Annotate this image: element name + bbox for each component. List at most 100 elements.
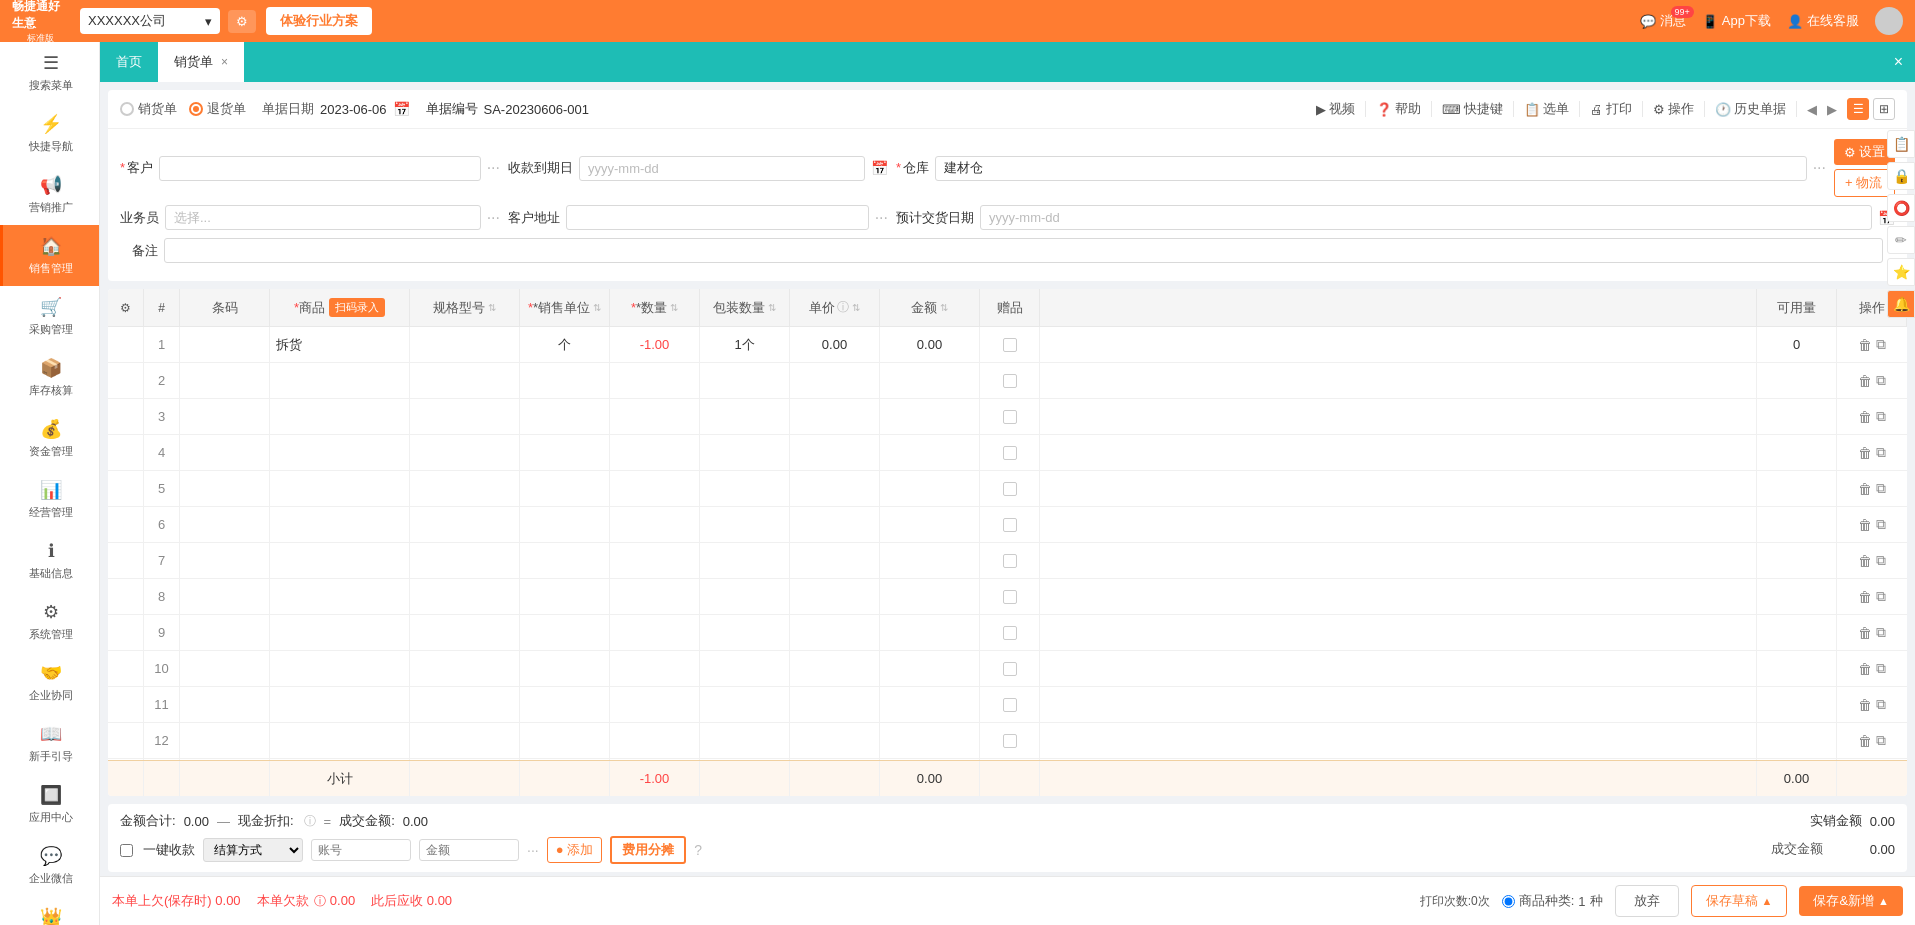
delete-row-icon-4[interactable]: 🗑 [1858, 481, 1872, 497]
sidebar-item-wechat[interactable]: 💬 企业微信 [0, 835, 99, 896]
sidebar-item-search[interactable]: ☰ 搜索菜单 [0, 42, 99, 103]
gift-checkbox-2[interactable] [1003, 410, 1017, 424]
save-draft-button[interactable]: 保存草稿 ▲ [1691, 885, 1788, 917]
ops-link[interactable]: ⚙ 操作 [1653, 100, 1694, 118]
note-input[interactable] [164, 238, 1883, 263]
delete-row-icon-1[interactable]: 🗑 [1858, 373, 1872, 389]
expected-date-input[interactable] [980, 205, 1872, 230]
float-lock-btn[interactable]: 🔒 [1887, 162, 1915, 190]
customer-addr-input[interactable] [566, 205, 869, 230]
td-row-barcode-8[interactable] [180, 615, 270, 650]
warehouse-input[interactable] [935, 156, 1807, 181]
td-row-gift-2[interactable] [980, 399, 1040, 434]
td-row-barcode-2[interactable] [180, 399, 270, 434]
add-payment-button[interactable]: ● 添加 [547, 837, 602, 863]
trial-button[interactable]: 体验行业方案 [266, 7, 372, 35]
save-new-button[interactable]: 保存&新增 ▲ [1799, 886, 1903, 916]
sidebar-item-member[interactable]: 👑 畅会员 [0, 896, 99, 925]
gift-checkbox-6[interactable] [1003, 554, 1017, 568]
float-star-btn[interactable]: ⭐ [1887, 258, 1915, 286]
scan-button[interactable]: 扫码录入 [329, 298, 385, 317]
warehouse-dots-icon[interactable]: ··· [1813, 159, 1826, 177]
td-row-barcode-1[interactable] [180, 363, 270, 398]
td-row-barcode-4[interactable] [180, 471, 270, 506]
gift-checkbox-5[interactable] [1003, 518, 1017, 532]
td-row-barcode-5[interactable] [180, 507, 270, 542]
account-dots-icon[interactable]: ··· [527, 842, 539, 858]
expense-help-icon[interactable]: ? [694, 842, 702, 858]
float-circle-btn[interactable]: ⭕ [1887, 194, 1915, 222]
form-settings-button[interactable]: ⚙ 设置 [1834, 139, 1895, 165]
copy-row-icon-0[interactable]: ⧉ [1876, 336, 1886, 353]
gift-checkbox-11[interactable] [1003, 734, 1017, 748]
company-select[interactable]: XXXXXX公司 ▾ [80, 8, 220, 34]
calc-method-select[interactable]: 结算方式 [203, 838, 303, 862]
prev-icon[interactable]: ◀ [1807, 102, 1817, 117]
td-row-barcode-10[interactable] [180, 687, 270, 722]
td-row-gift-7[interactable] [980, 579, 1040, 614]
delete-row-icon-7[interactable]: 🗑 [1858, 589, 1872, 605]
grid-view-icon[interactable]: ⊞ [1873, 98, 1895, 120]
logistics-button[interactable]: + 物流 [1834, 169, 1895, 197]
customer-input[interactable] [159, 156, 481, 181]
one-click-checkbox[interactable] [120, 844, 133, 857]
sidebar-item-purchase[interactable]: 🛒 采购管理 [0, 286, 99, 347]
delete-row-icon-10[interactable]: 🗑 [1858, 697, 1872, 713]
gift-checkbox-10[interactable] [1003, 698, 1017, 712]
delete-row-icon-5[interactable]: 🗑 [1858, 517, 1872, 533]
td-row-gift-8[interactable] [980, 615, 1040, 650]
delete-row-icon-8[interactable]: 🗑 [1858, 625, 1872, 641]
copy-row-icon-7[interactable]: ⧉ [1876, 588, 1886, 605]
gift-checkbox-0[interactable] [1003, 338, 1017, 352]
next-icon[interactable]: ▶ [1827, 102, 1837, 117]
float-copy-btn[interactable]: 📋 [1887, 130, 1915, 158]
td-row-gift-11[interactable] [980, 723, 1040, 758]
td-row-gift-1[interactable] [980, 363, 1040, 398]
td-row-barcode-7[interactable] [180, 579, 270, 614]
td-row-gift-10[interactable] [980, 687, 1040, 722]
td-row-barcode-0[interactable] [180, 327, 270, 362]
td-row-barcode-9[interactable] [180, 651, 270, 686]
payment-cal-icon[interactable]: 📅 [871, 160, 888, 176]
sidebar-item-system[interactable]: ⚙ 系统管理 [0, 591, 99, 652]
service-button[interactable]: 👤 在线客服 [1787, 12, 1859, 30]
delete-row-icon-3[interactable]: 🗑 [1858, 445, 1872, 461]
expense-split-button[interactable]: 费用分摊 [610, 836, 686, 864]
payment-date-input[interactable] [579, 156, 865, 181]
td-row-gift-3[interactable] [980, 435, 1040, 470]
float-edit-btn[interactable]: ✏ [1887, 226, 1915, 254]
delete-row-icon-9[interactable]: 🗑 [1858, 661, 1872, 677]
amount-input[interactable] [419, 839, 519, 861]
select-order-link[interactable]: 📋 选单 [1524, 100, 1569, 118]
tab-close-icon[interactable]: × [221, 55, 228, 69]
float-bell-btn[interactable]: 🔔 [1887, 290, 1915, 318]
radio-sale[interactable]: 销货单 [120, 100, 177, 118]
delete-row-icon-6[interactable]: 🗑 [1858, 553, 1872, 569]
copy-row-icon-10[interactable]: ⧉ [1876, 696, 1886, 713]
print-link[interactable]: 🖨 打印 [1590, 100, 1632, 118]
delete-row-icon-2[interactable]: 🗑 [1858, 409, 1872, 425]
copy-row-icon-5[interactable]: ⧉ [1876, 516, 1886, 533]
gear-button[interactable]: ⚙ [228, 10, 256, 33]
tab-sale-order[interactable]: 销货单 × [158, 42, 244, 82]
history-link[interactable]: 🕐 历史单据 [1715, 100, 1786, 118]
date-value[interactable]: 2023-06-06 [320, 102, 387, 117]
sidebar-item-apps[interactable]: 🔲 应用中心 [0, 774, 99, 835]
gift-checkbox-3[interactable] [1003, 446, 1017, 460]
app-download-button[interactable]: 📱 App下载 [1702, 12, 1771, 30]
account-input[interactable] [311, 839, 411, 861]
shortcut-link[interactable]: ⌨ 快捷键 [1442, 100, 1503, 118]
avatar[interactable] [1875, 7, 1903, 35]
customer-addr-dots-icon[interactable]: ··· [875, 209, 888, 227]
sidebar-item-management[interactable]: 📊 经营管理 [0, 469, 99, 530]
message-button[interactable]: 💬 消息 99+ [1640, 12, 1686, 30]
copy-row-icon-4[interactable]: ⧉ [1876, 480, 1886, 497]
copy-row-icon-8[interactable]: ⧉ [1876, 624, 1886, 641]
video-link[interactable]: ▶ 视频 [1316, 100, 1355, 118]
copy-row-icon-2[interactable]: ⧉ [1876, 408, 1886, 425]
td-row-barcode-11[interactable] [180, 723, 270, 758]
sidebar-item-marketing[interactable]: 📢 营销推广 [0, 164, 99, 225]
gift-checkbox-9[interactable] [1003, 662, 1017, 676]
sidebar-item-inventory[interactable]: 📦 库存核算 [0, 347, 99, 408]
gift-checkbox-1[interactable] [1003, 374, 1017, 388]
